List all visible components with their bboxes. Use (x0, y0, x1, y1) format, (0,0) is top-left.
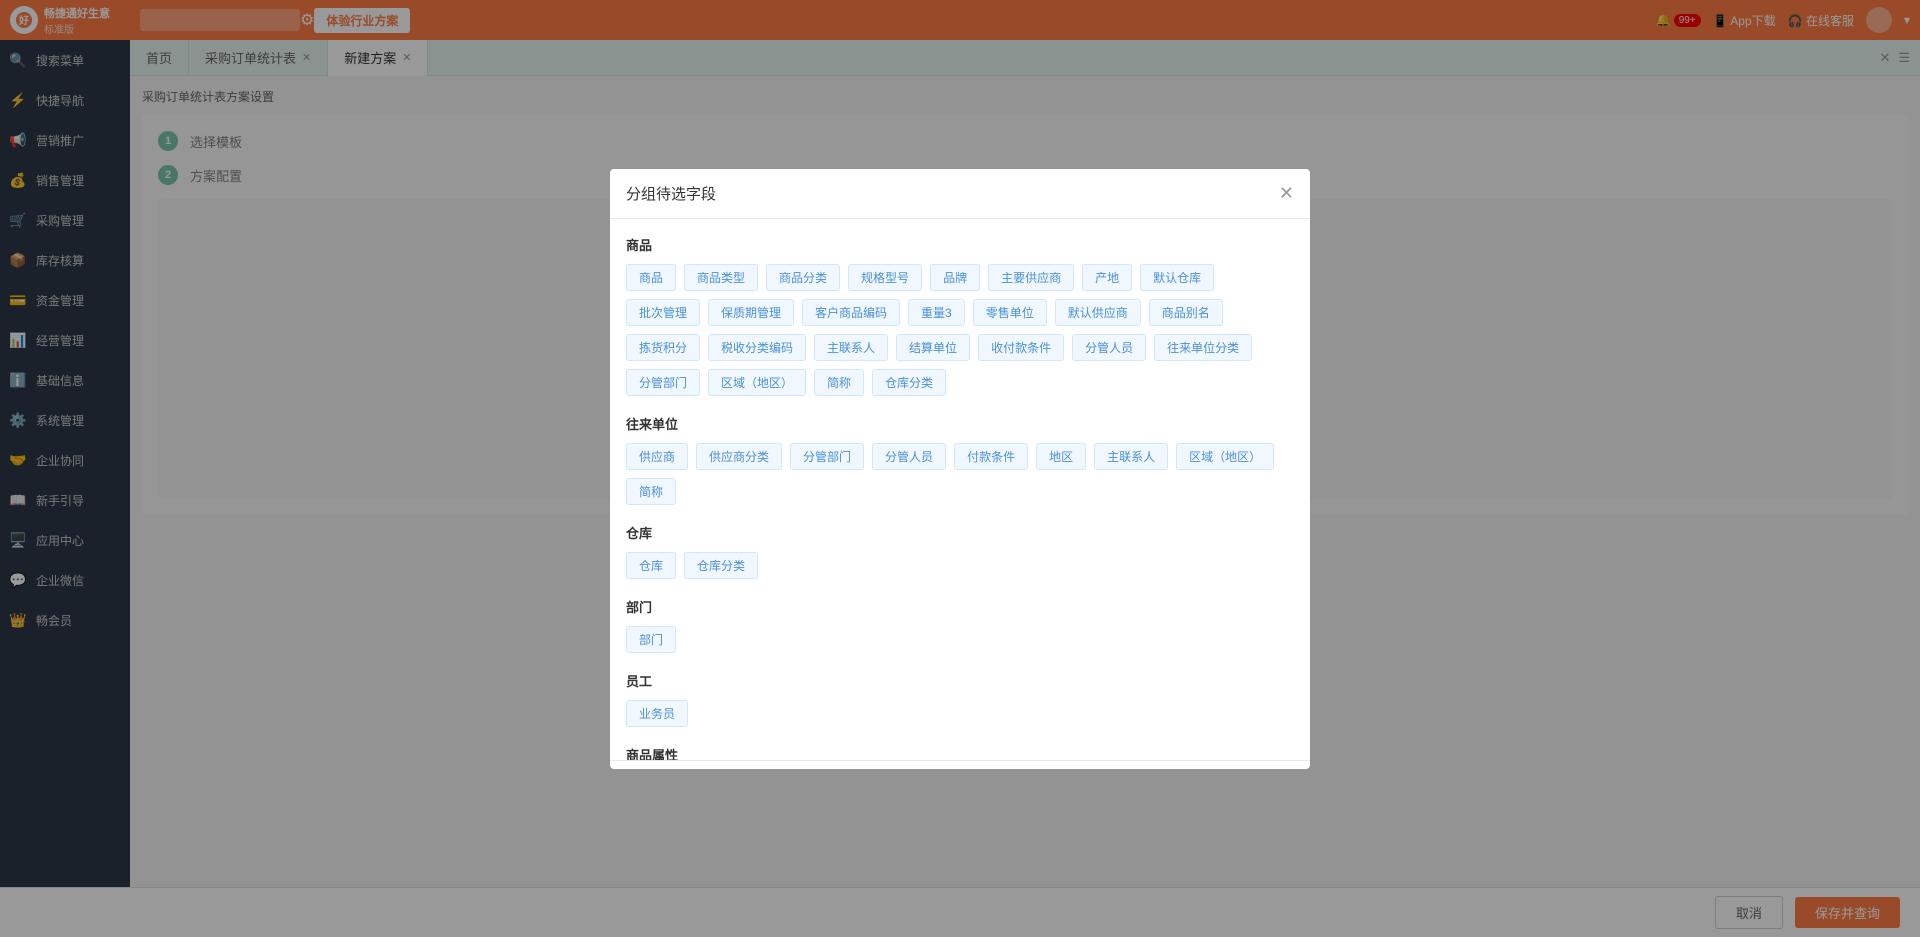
modal-dialog: 分组待选字段 ✕ 商品 商品 商品类型 商品分类 规格型号 品牌 主要供应商 产… (610, 169, 1310, 769)
modal-header: 分组待选字段 ✕ (610, 169, 1310, 219)
department-section-title: 部门 (626, 597, 1294, 616)
partner-section: 往来单位 供应商 供应商分类 分管部门 分管人员 付款条件 地区 主联系人 区域… (626, 414, 1294, 505)
modal-close-button[interactable]: ✕ (1279, 183, 1294, 204)
field-tag-origin[interactable]: 产地 (1082, 264, 1132, 291)
field-tag-supplier[interactable]: 供应商 (626, 443, 688, 470)
employee-section: 员工 业务员 (626, 671, 1294, 727)
product-attr-section-title: 商品属性 (626, 745, 1294, 761)
field-tag-product-category[interactable]: 商品分类 (766, 264, 840, 291)
field-tag-region[interactable]: 区域（地区） (708, 369, 806, 396)
field-tag-partner-contact[interactable]: 主联系人 (1094, 443, 1168, 470)
warehouse-field-grid: 仓库 仓库分类 (626, 552, 1294, 579)
product-attr-section: 商品属性 属性 颜色 多规格 尺码 鞋码 1 (626, 745, 1294, 761)
modal-body[interactable]: 商品 商品 商品类型 商品分类 规格型号 品牌 主要供应商 产地 默认仓库 批次… (610, 219, 1310, 761)
field-tag-partner-region[interactable]: 区域（地区） (1176, 443, 1274, 470)
field-tag-partner-short[interactable]: 简称 (626, 478, 676, 505)
product-field-grid: 商品 商品类型 商品分类 规格型号 品牌 主要供应商 产地 默认仓库 批次管理 … (626, 264, 1294, 396)
modal-overlay[interactable]: 分组待选字段 ✕ 商品 商品 商品类型 商品分类 规格型号 品牌 主要供应商 产… (0, 0, 1920, 937)
field-tag-manager[interactable]: 分管人员 (1072, 334, 1146, 361)
field-tag-partner-manager[interactable]: 分管人员 (872, 443, 946, 470)
field-tag-main-contact[interactable]: 主联系人 (814, 334, 888, 361)
field-tag-short-name[interactable]: 简称 (814, 369, 864, 396)
field-tag-warehouse-category[interactable]: 仓库分类 (872, 369, 946, 396)
field-tag-customer-code[interactable]: 客户商品编码 (802, 299, 900, 326)
product-section-title: 商品 (626, 235, 1294, 254)
field-tag-dept[interactable]: 分管部门 (626, 369, 700, 396)
field-tag-tax-code[interactable]: 税收分类编码 (708, 334, 806, 361)
field-tag-supplier-category[interactable]: 供应商分类 (696, 443, 782, 470)
field-tag-settlement-unit[interactable]: 结算单位 (896, 334, 970, 361)
modal-title: 分组待选字段 (626, 183, 716, 204)
field-tag-partner-dept[interactable]: 分管部门 (790, 443, 864, 470)
field-tag-payment-terms[interactable]: 收付款条件 (978, 334, 1064, 361)
department-field-grid: 部门 (626, 626, 1294, 653)
field-tag-picking-points[interactable]: 拣货积分 (626, 334, 700, 361)
field-tag-main-supplier[interactable]: 主要供应商 (988, 264, 1074, 291)
field-tag-product-alias[interactable]: 商品别名 (1149, 299, 1223, 326)
warehouse-section: 仓库 仓库 仓库分类 (626, 523, 1294, 579)
field-tag-product[interactable]: 商品 (626, 264, 676, 291)
field-tag-shelf-life[interactable]: 保质期管理 (708, 299, 794, 326)
field-tag-warehouse-cat[interactable]: 仓库分类 (684, 552, 758, 579)
field-tag-brand[interactable]: 品牌 (930, 264, 980, 291)
field-tag-default-warehouse[interactable]: 默认仓库 (1140, 264, 1214, 291)
warehouse-section-title: 仓库 (626, 523, 1294, 542)
field-tag-salesperson[interactable]: 业务员 (626, 700, 688, 727)
field-tag-department[interactable]: 部门 (626, 626, 676, 653)
field-tag-weight[interactable]: 重量3 (908, 299, 965, 326)
field-tag-product-type[interactable]: 商品类型 (684, 264, 758, 291)
product-section: 商品 商品 商品类型 商品分类 规格型号 品牌 主要供应商 产地 默认仓库 批次… (626, 235, 1294, 396)
field-tag-default-supplier[interactable]: 默认供应商 (1055, 299, 1141, 326)
field-tag-partner-payment[interactable]: 付款条件 (954, 443, 1028, 470)
employee-field-grid: 业务员 (626, 700, 1294, 727)
employee-section-title: 员工 (626, 671, 1294, 690)
field-tag-warehouse[interactable]: 仓库 (626, 552, 676, 579)
field-tag-retail-unit[interactable]: 零售单位 (973, 299, 1047, 326)
field-tag-partner-category[interactable]: 往来单位分类 (1154, 334, 1252, 361)
partner-field-grid: 供应商 供应商分类 分管部门 分管人员 付款条件 地区 主联系人 区域（地区） … (626, 443, 1294, 505)
modal-horizontal-scrollbar[interactable] (610, 760, 1310, 768)
field-tag-batch-manage[interactable]: 批次管理 (626, 299, 700, 326)
department-section: 部门 部门 (626, 597, 1294, 653)
field-tag-spec-model[interactable]: 规格型号 (848, 264, 922, 291)
partner-section-title: 往来单位 (626, 414, 1294, 433)
field-tag-area[interactable]: 地区 (1036, 443, 1086, 470)
